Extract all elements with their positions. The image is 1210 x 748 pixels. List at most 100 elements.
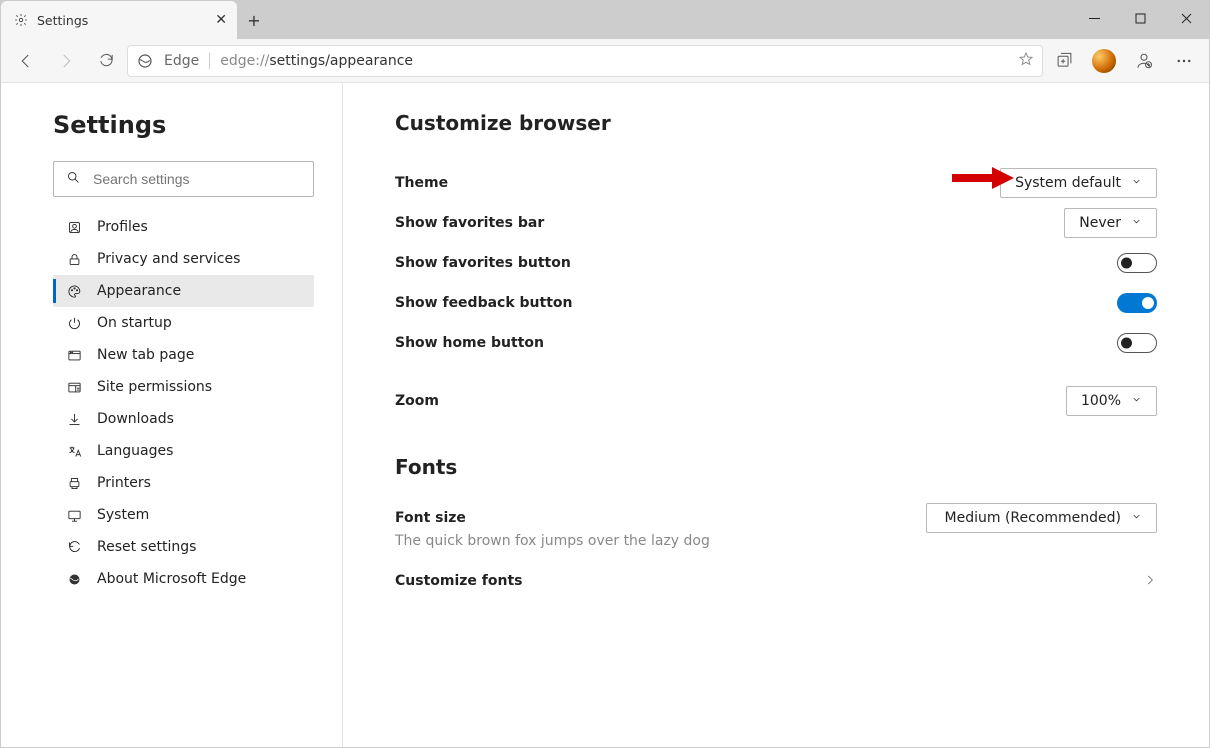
row-label: Zoom (395, 393, 439, 409)
favorites-bar-dropdown[interactable]: Never (1064, 208, 1157, 238)
dropdown-value: Medium (Recommended) (945, 510, 1121, 526)
browser-tab[interactable]: Settings ✕ (1, 1, 237, 39)
row-home-button: Show home button (395, 323, 1157, 363)
forward-button[interactable] (47, 43, 85, 79)
sidebar-item-about[interactable]: About Microsoft Edge (53, 563, 314, 595)
url-box[interactable]: Edge edge://settings/appearance (127, 45, 1043, 77)
chevron-right-icon (1143, 571, 1157, 592)
sidebar-item-label: System (97, 507, 149, 523)
palette-icon (65, 284, 83, 299)
sidebar-item-label: New tab page (97, 347, 194, 363)
address-bar: Edge edge://settings/appearance (1, 39, 1209, 83)
sidebar-item-privacy[interactable]: Privacy and services (53, 243, 314, 275)
search-settings-input[interactable] (93, 171, 301, 187)
language-icon (65, 444, 83, 459)
url-text: edge://settings/appearance (220, 53, 413, 69)
sidebar-item-profiles[interactable]: Profiles (53, 211, 314, 243)
sidebar-item-languages[interactable]: Languages (53, 435, 314, 467)
close-tab-icon[interactable]: ✕ (215, 12, 227, 28)
search-settings-box[interactable] (53, 161, 314, 197)
close-window-button[interactable] (1163, 1, 1209, 35)
more-menu-button[interactable] (1165, 43, 1203, 79)
row-font-size: Font size Medium (Recommended) (395, 501, 1157, 535)
chevron-down-icon (1131, 175, 1142, 191)
settings-nav: Profiles Privacy and services Appearance… (53, 211, 314, 595)
url-label: Edge (164, 53, 210, 69)
row-theme: Theme System default (395, 163, 1157, 203)
sliders-icon (65, 380, 83, 395)
dropdown-value: 100% (1081, 393, 1121, 409)
search-icon (66, 170, 81, 189)
dropdown-value: Never (1079, 215, 1121, 231)
avatar-icon (1092, 49, 1116, 73)
profile-icon (65, 220, 83, 235)
settings-main: Customize browser Theme System default S… (343, 83, 1209, 747)
chevron-down-icon (1131, 215, 1142, 231)
sidebar-item-label: Profiles (97, 219, 148, 235)
refresh-button[interactable] (87, 43, 125, 79)
sidebar-item-label: Downloads (97, 411, 174, 427)
feedback-button-toggle[interactable] (1117, 293, 1157, 313)
plus-icon: + (247, 11, 260, 30)
sidebar-item-startup[interactable]: On startup (53, 307, 314, 339)
row-label: Customize fonts (395, 573, 523, 589)
printer-icon (65, 476, 83, 491)
tab-title: Settings (37, 13, 88, 28)
window-titlebar: Settings ✕ + (1, 1, 1209, 39)
profile-button[interactable] (1085, 43, 1123, 79)
section-title-fonts: Fonts (395, 455, 1157, 479)
content-area: Settings Profiles Privacy and services A… (1, 83, 1209, 747)
sidebar-item-label: Printers (97, 475, 151, 491)
zoom-dropdown[interactable]: 100% (1066, 386, 1157, 416)
sidebar-item-appearance[interactable]: Appearance (53, 275, 314, 307)
monitor-icon (65, 508, 83, 523)
sidebar-item-label: Site permissions (97, 379, 212, 395)
settings-title: Settings (53, 111, 314, 139)
minimize-button[interactable] (1071, 1, 1117, 35)
row-label: Show favorites bar (395, 215, 544, 231)
row-favorites-button: Show favorites button (395, 243, 1157, 283)
font-size-dropdown[interactable]: Medium (Recommended) (926, 503, 1157, 533)
sidebar-item-sitepermissions[interactable]: Site permissions (53, 371, 314, 403)
chevron-down-icon (1131, 510, 1142, 526)
sidebar-item-newtab[interactable]: New tab page (53, 339, 314, 371)
row-zoom: Zoom 100% (395, 381, 1157, 421)
sidebar-item-label: Appearance (97, 283, 181, 299)
sidebar-item-label: Reset settings (97, 539, 196, 555)
edge-icon (65, 572, 83, 587)
window-controls (1071, 1, 1209, 35)
customize-fonts-row[interactable]: Customize fonts (395, 559, 1157, 603)
sidebar-item-label: About Microsoft Edge (97, 571, 246, 587)
row-label: Theme (395, 175, 448, 191)
row-label: Show feedback button (395, 295, 573, 311)
row-feedback-button: Show feedback button (395, 283, 1157, 323)
reset-icon (65, 540, 83, 555)
back-button[interactable] (7, 43, 45, 79)
row-label: Show favorites button (395, 255, 571, 271)
theme-dropdown[interactable]: System default (1000, 168, 1157, 198)
chevron-down-icon (1131, 393, 1142, 409)
sidebar-item-reset[interactable]: Reset settings (53, 531, 314, 563)
dropdown-value: System default (1015, 175, 1121, 191)
feedback-icon-button[interactable] (1125, 43, 1163, 79)
collections-button[interactable] (1045, 43, 1083, 79)
favorite-star-icon[interactable] (1018, 51, 1034, 71)
home-button-toggle[interactable] (1117, 333, 1157, 353)
lock-icon (65, 252, 83, 267)
callout-arrow (952, 167, 1014, 189)
font-size-sample: The quick brown fox jumps over the lazy … (395, 533, 1157, 549)
edge-icon (136, 52, 154, 70)
row-label: Show home button (395, 335, 544, 351)
section-title-customize: Customize browser (395, 111, 1157, 135)
sidebar-item-downloads[interactable]: Downloads (53, 403, 314, 435)
power-icon (65, 316, 83, 331)
sidebar-item-printers[interactable]: Printers (53, 467, 314, 499)
sidebar-item-system[interactable]: System (53, 499, 314, 531)
favorites-button-toggle[interactable] (1117, 253, 1157, 273)
sidebar-item-label: Languages (97, 443, 173, 459)
newtab-icon (65, 348, 83, 363)
row-label: Font size (395, 510, 466, 526)
maximize-button[interactable] (1117, 1, 1163, 35)
row-favorites-bar: Show favorites bar Never (395, 203, 1157, 243)
new-tab-button[interactable]: + (237, 1, 271, 39)
